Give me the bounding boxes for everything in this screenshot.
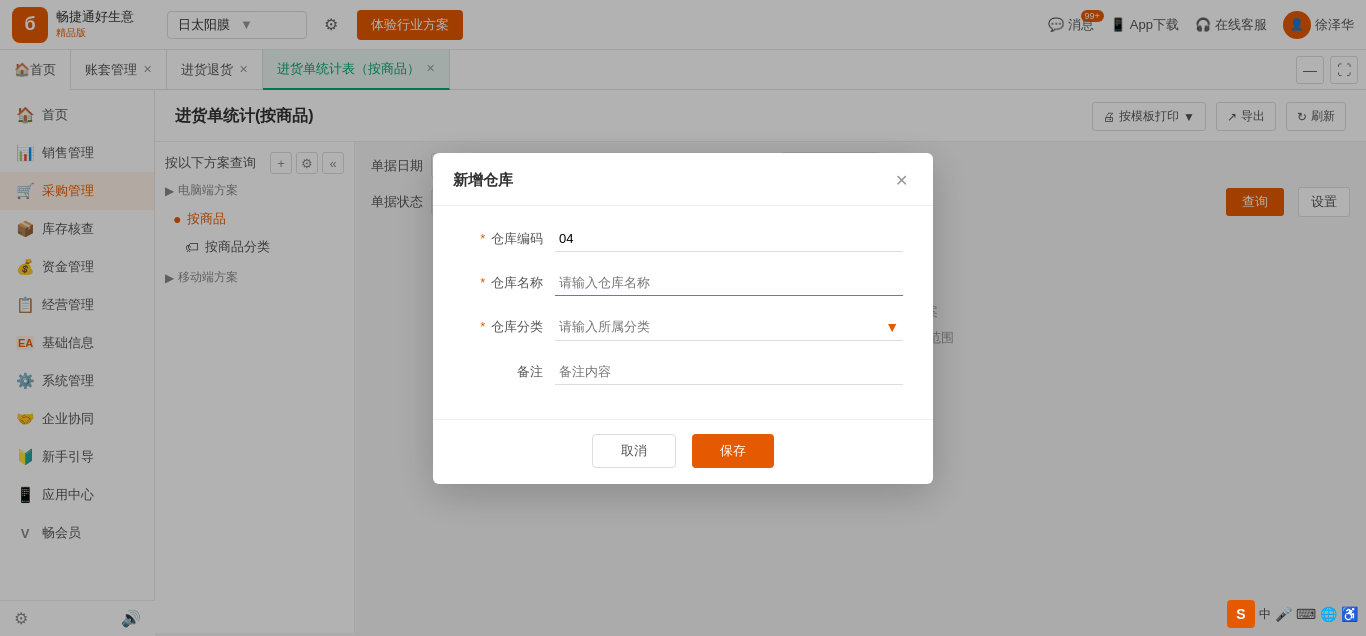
modal-close-button[interactable]: ✕ [889,169,913,193]
warehouse-category-label: * 仓库分类 [463,318,543,336]
modal-title: 新增仓库 [453,171,513,190]
warehouse-category-row: * 仓库分类 ▼ [463,314,903,341]
warehouse-note-input[interactable] [555,359,903,385]
s-logo: S 中 🎤 ⌨ 🌐 ♿ [1227,600,1358,628]
modal-body: * 仓库编码 * 仓库名称 * 仓库分类 [433,206,933,419]
category-dropdown-arrow-icon: ▼ [885,319,899,335]
mic-icon: 🎤 [1275,606,1292,622]
warehouse-code-label: * 仓库编码 [463,230,543,248]
warehouse-category-select[interactable]: ▼ [555,314,903,341]
category-select-input[interactable] [559,319,885,334]
accessibility-icon: ♿ [1341,606,1358,622]
modal-header: 新增仓库 ✕ [433,153,933,206]
warehouse-name-input[interactable] [555,270,903,296]
warehouse-note-row: 备注 [463,359,903,385]
warehouse-code-input[interactable] [555,226,903,252]
cancel-button[interactable]: 取消 [592,434,676,468]
modal-overlay[interactable]: 新增仓库 ✕ * 仓库编码 * 仓库名称 [0,0,1366,636]
warehouse-name-label: * 仓库名称 [463,274,543,292]
warehouse-name-row: * 仓库名称 [463,270,903,296]
warehouse-code-row: * 仓库编码 [463,226,903,252]
save-button[interactable]: 保存 [692,434,774,468]
add-warehouse-modal: 新增仓库 ✕ * 仓库编码 * 仓库名称 [433,153,933,484]
modal-footer: 取消 保存 [433,419,933,484]
warehouse-note-label: 备注 [463,363,543,381]
s-logo-text: 中 [1259,606,1271,623]
translate-icon: 🌐 [1320,606,1337,622]
keyboard-icon: ⌨ [1296,606,1316,622]
s-badge-icon: S [1227,600,1255,628]
